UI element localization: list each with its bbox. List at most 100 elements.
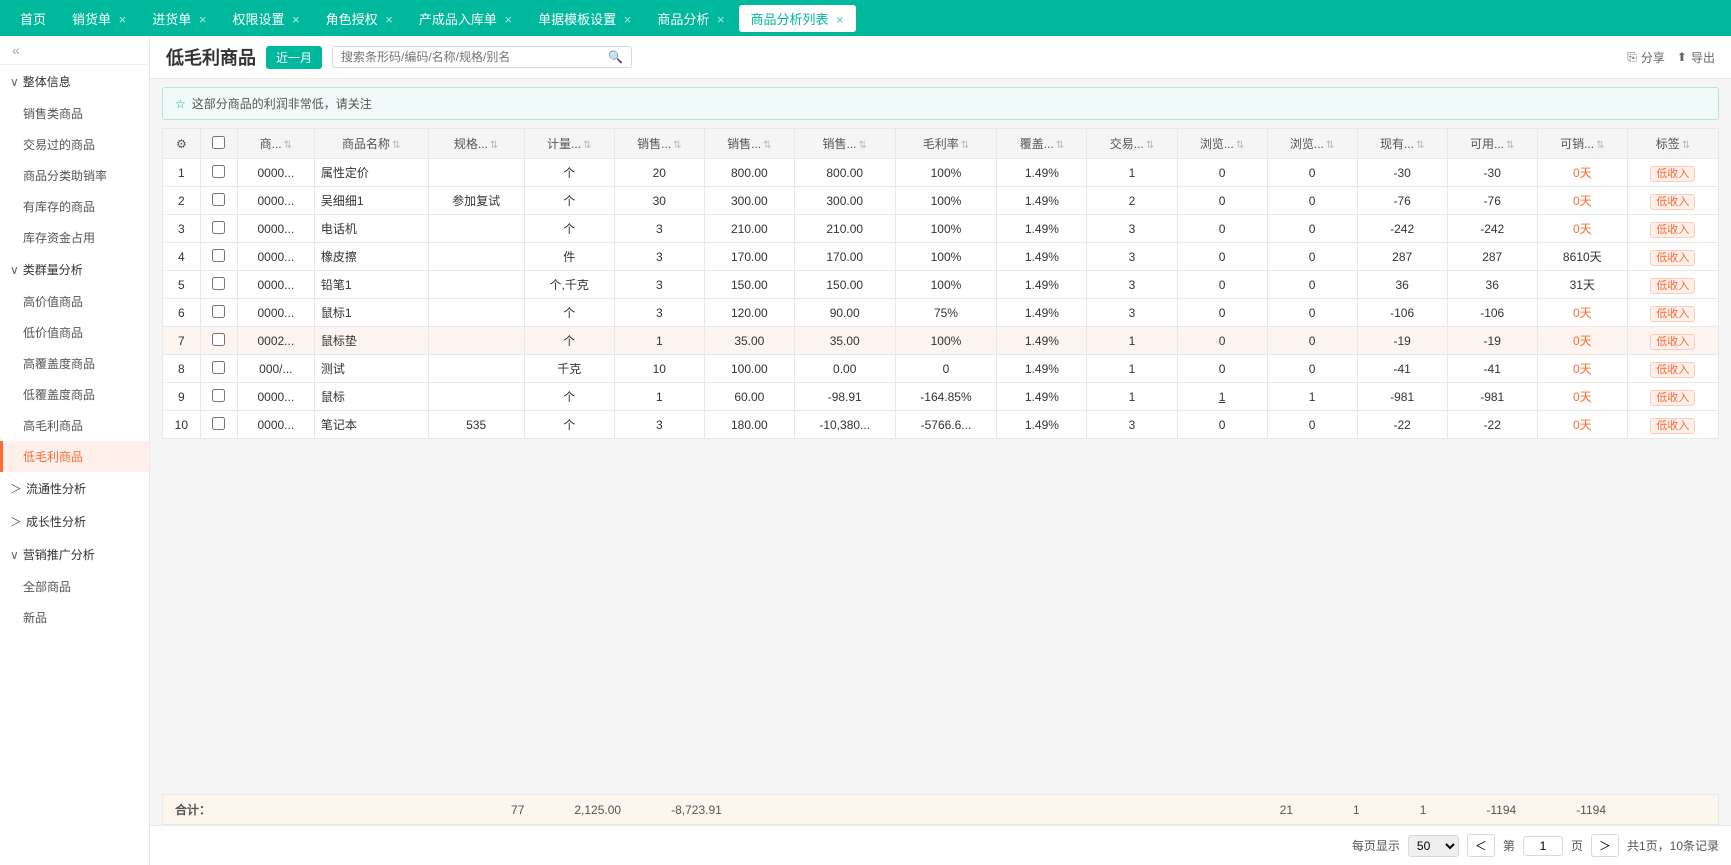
cell-browse1[interactable]: 0	[1177, 355, 1267, 383]
row-checkbox[interactable]	[212, 417, 225, 430]
col-tag[interactable]: 标签⇅	[1627, 129, 1718, 159]
nav-item-home[interactable]: 首页	[8, 5, 58, 32]
search-input[interactable]	[341, 50, 608, 64]
sidebar-group-marketing[interactable]: ∨ 营销推广分析	[0, 538, 149, 571]
nav-item-products[interactable]: 产成品入库单 ×	[407, 5, 524, 32]
row-checkbox[interactable]	[212, 249, 225, 262]
export-button[interactable]: ⬆ 导出	[1677, 49, 1715, 66]
sidebar-item-new-products[interactable]: 新品	[0, 602, 149, 633]
cell-check[interactable]	[200, 355, 237, 383]
sidebar-item-stocked-products[interactable]: 有库存的商品	[0, 191, 149, 222]
cell-sales1: 3	[614, 271, 704, 299]
col-unit[interactable]: 计量...⇅	[524, 129, 614, 159]
sidebar-item-high-coverage[interactable]: 高覆盖度商品	[0, 348, 149, 379]
current-page-input[interactable]	[1523, 836, 1563, 856]
col-cover[interactable]: 覆盖...⇅	[997, 129, 1087, 159]
cell-cover: 1.49%	[997, 215, 1087, 243]
col-gross[interactable]: 毛利率⇅	[895, 129, 997, 159]
cell-check[interactable]	[200, 159, 237, 187]
close-analysis-list[interactable]: ×	[836, 12, 844, 27]
cell-browse1[interactable]: 0	[1177, 243, 1267, 271]
col-sales2[interactable]: 销售...⇅	[704, 129, 794, 159]
close-roles[interactable]: ×	[385, 12, 393, 27]
close-analysis[interactable]: ×	[717, 12, 725, 27]
cell-browse1[interactable]: 0	[1177, 215, 1267, 243]
sidebar-collapse-btn[interactable]: «	[8, 42, 24, 58]
sidebar-item-sales-products[interactable]: 销售类商品	[0, 98, 149, 129]
nav-item-roles[interactable]: 角色授权 ×	[314, 5, 405, 32]
sidebar-item-traded-products[interactable]: 交易过的商品	[0, 129, 149, 160]
sidebar-item-category-rate[interactable]: 商品分类助销率	[0, 160, 149, 191]
cell-check[interactable]	[200, 271, 237, 299]
row-checkbox[interactable]	[212, 221, 225, 234]
col-sales1[interactable]: 销售...⇅	[614, 129, 704, 159]
row-checkbox[interactable]	[212, 277, 225, 290]
sidebar-item-stock-capital[interactable]: 库存资金占用	[0, 222, 149, 253]
sidebar-group-cluster[interactable]: ∨ 类群量分析	[0, 253, 149, 286]
col-saleable[interactable]: 可销...⇅	[1537, 129, 1627, 159]
search-icon[interactable]: 🔍	[608, 50, 623, 64]
cell-browse1[interactable]: 0	[1177, 327, 1267, 355]
col-stock[interactable]: 现有...⇅	[1357, 129, 1447, 159]
cell-check[interactable]	[200, 187, 237, 215]
filter-recent-month-btn[interactable]: 近一月	[266, 46, 322, 69]
cell-browse1[interactable]: 0	[1177, 159, 1267, 187]
cell-check[interactable]	[200, 243, 237, 271]
nav-item-analysis-list[interactable]: 商品分析列表 ×	[739, 5, 856, 32]
nav-item-purchase[interactable]: 进货单 ×	[140, 5, 218, 32]
cell-check[interactable]	[200, 215, 237, 243]
cell-tag: 低收入	[1627, 215, 1718, 243]
col-name[interactable]: 商品名称⇅	[314, 129, 428, 159]
cell-check[interactable]	[200, 383, 237, 411]
close-products[interactable]: ×	[505, 12, 513, 27]
nav-item-templates[interactable]: 单据模板设置 ×	[526, 5, 643, 32]
cell-browse1[interactable]: 0	[1177, 187, 1267, 215]
cell-browse1[interactable]: 1	[1177, 383, 1267, 411]
col-code[interactable]: 商...⇅	[237, 129, 314, 159]
cell-check[interactable]	[200, 327, 237, 355]
sidebar-group-flow[interactable]: ＞ 流通性分析	[0, 472, 149, 505]
close-permissions[interactable]: ×	[292, 12, 300, 27]
row-checkbox[interactable]	[212, 361, 225, 374]
close-sales[interactable]: ×	[119, 12, 127, 27]
share-button[interactable]: ⎘ 分享	[1627, 49, 1665, 66]
cell-avail: -106	[1447, 299, 1537, 327]
col-sales3[interactable]: 销售...⇅	[794, 129, 895, 159]
sidebar-group-growth[interactable]: ＞ 成长性分析	[0, 505, 149, 538]
cell-browse1[interactable]: 0	[1177, 411, 1267, 439]
row-checkbox[interactable]	[212, 193, 225, 206]
nav-item-sales[interactable]: 销货单 ×	[60, 5, 138, 32]
per-page-select[interactable]: 50 100 200	[1408, 835, 1459, 857]
sidebar-group-overall[interactable]: ∨ 整体信息	[0, 65, 149, 98]
select-all-checkbox[interactable]	[212, 136, 225, 149]
col-browse1[interactable]: 浏览...⇅	[1177, 129, 1267, 159]
col-checkbox[interactable]	[200, 129, 237, 159]
cell-check[interactable]	[200, 411, 237, 439]
col-trade[interactable]: 交易...⇅	[1087, 129, 1177, 159]
sidebar-item-low-value[interactable]: 低价值商品	[0, 317, 149, 348]
row-checkbox[interactable]	[212, 305, 225, 318]
cell-unit: 个	[524, 159, 614, 187]
cell-check[interactable]	[200, 299, 237, 327]
next-page-btn[interactable]: ＞	[1591, 834, 1619, 857]
col-avail[interactable]: 可用...⇅	[1447, 129, 1537, 159]
close-purchase[interactable]: ×	[199, 12, 207, 27]
prev-page-btn[interactable]: ＜	[1467, 834, 1495, 857]
cell-name: 鼠标垫	[314, 327, 428, 355]
sidebar-item-low-coverage[interactable]: 低覆盖度商品	[0, 379, 149, 410]
close-templates[interactable]: ×	[624, 12, 632, 27]
row-checkbox[interactable]	[212, 389, 225, 402]
col-browse2[interactable]: 浏览...⇅	[1267, 129, 1357, 159]
row-checkbox[interactable]	[212, 333, 225, 346]
nav-item-analysis[interactable]: 商品分析 ×	[645, 5, 736, 32]
sidebar-item-all-products[interactable]: 全部商品	[0, 571, 149, 602]
col-spec[interactable]: 规格...⇅	[428, 129, 524, 159]
col-settings[interactable]: ⚙	[163, 129, 201, 159]
cell-browse1[interactable]: 0	[1177, 271, 1267, 299]
sidebar-item-low-profit[interactable]: 低毛利商品	[0, 441, 149, 472]
row-checkbox[interactable]	[212, 165, 225, 178]
sidebar-item-high-value[interactable]: 高价值商品	[0, 286, 149, 317]
cell-browse1[interactable]: 0	[1177, 299, 1267, 327]
nav-item-permissions[interactable]: 权限设置 ×	[220, 5, 311, 32]
sidebar-item-high-profit[interactable]: 高毛利商品	[0, 410, 149, 441]
